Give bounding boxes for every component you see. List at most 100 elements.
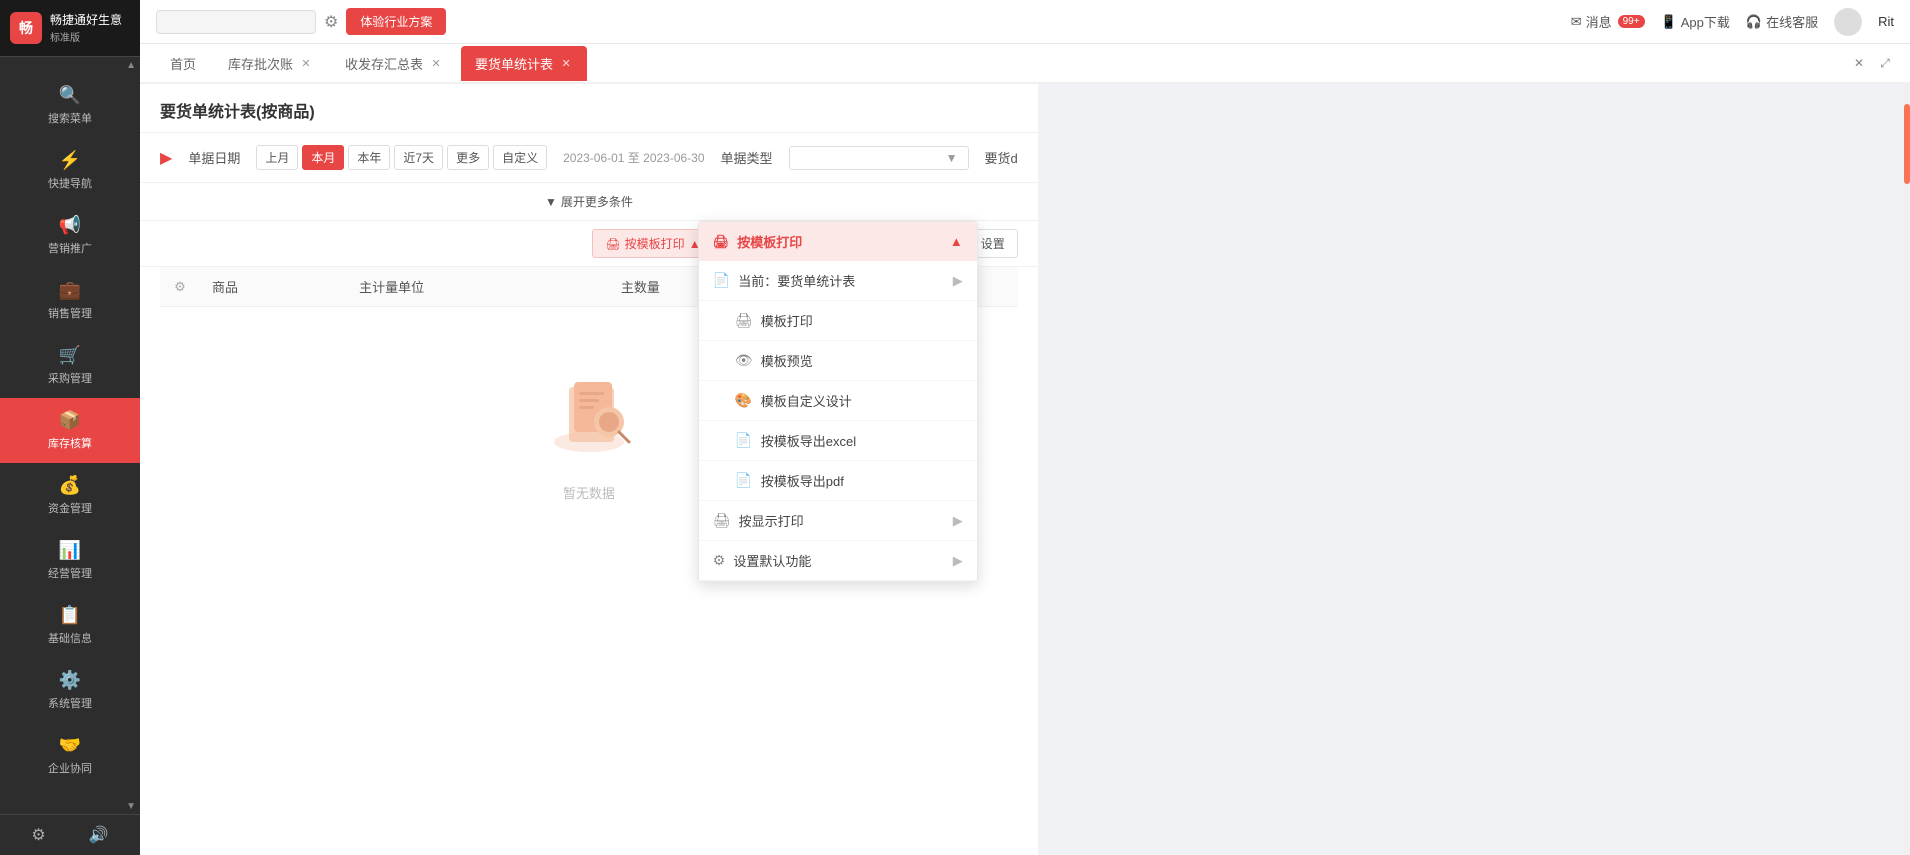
date-btn-this-month[interactable]: 本月 <box>302 145 344 170</box>
app-download-label: App下载 <box>1681 12 1730 31</box>
sidebar-item-guide[interactable]: 🎯 新手引导 <box>0 788 140 798</box>
sidebar-item-finance[interactable]: 💰 资金管理 <box>0 463 140 528</box>
sidebar-item-operation[interactable]: 📊 经营管理 <box>0 528 140 593</box>
type-label: 单据类型 <box>721 148 773 167</box>
set-default-label: 设置默认功能 <box>733 551 811 570</box>
sidebar-item-shortcut-label: 快捷导航 <box>48 175 92 191</box>
tab-order-stats-close[interactable]: ✕ <box>559 56 573 70</box>
type-select[interactable]: ▼ <box>789 146 969 170</box>
template-excel-icon: 📄 <box>735 432 751 449</box>
settings-bottom-icon[interactable]: ⚙ <box>31 825 45 845</box>
filter-bar: ▶ 单据日期 上月 本月 本年 近7天 更多 自定义 2023-06-01 至 … <box>140 133 1038 183</box>
template-design-icon: 🎨 <box>735 392 751 409</box>
dropdown-set-default[interactable]: ⚙ 设置默认功能 ▶ <box>699 541 977 581</box>
template-preview-icon: 👁 <box>735 352 751 369</box>
sidebar-item-basic-label: 基础信息 <box>48 630 92 646</box>
date-btn-this-year[interactable]: 本年 <box>348 145 390 170</box>
dropdown-item-template-design[interactable]: 🎨 模板自定义设计 <box>699 381 977 421</box>
window-maximize-btn[interactable]: ⤢ <box>1876 54 1894 72</box>
dropdown-current-template[interactable]: 📄 当前：要货单统计表 ▶ <box>699 261 977 301</box>
sidebar-item-enterprise-label: 企业协同 <box>48 760 92 776</box>
window-close-btn[interactable]: ✕ <box>1850 54 1868 72</box>
dropdown-item-template-preview[interactable]: 👁 模板预览 <box>699 341 977 381</box>
tab-order-stats[interactable]: 要货单统计表 ✕ <box>461 46 587 81</box>
messages-label: 消息 <box>1586 12 1612 31</box>
topbar-right: ✉ 消息 99+ 📱 App下载 🎧 在线客服 Rit <box>1571 8 1894 36</box>
col-settings-icon[interactable]: ⚙ <box>174 279 186 294</box>
dropdown-title-text: 按模板打印 <box>737 232 802 251</box>
tab-home[interactable]: 首页 <box>156 46 210 83</box>
sidebar-item-inventory[interactable]: 📦 库存核算 <box>0 398 140 463</box>
print-btn-label: 按模板打印 <box>625 235 685 252</box>
scroll-down-arrow[interactable]: ▼ <box>126 801 136 812</box>
sidebar-item-system[interactable]: ⚙️ 系统管理 <box>0 658 140 723</box>
date-btn-more[interactable]: 更多 <box>447 145 489 170</box>
display-print-left: 🖨 按显示打印 <box>713 511 804 530</box>
sidebar-item-purchase-label: 采购管理 <box>48 370 92 386</box>
date-btn-7days[interactable]: 近7天 <box>394 145 443 170</box>
tab-inventory-batch[interactable]: 库存批次账 ✕ <box>214 46 327 83</box>
inventory-icon: 📦 <box>59 410 81 431</box>
right-scrollbar-thumb[interactable] <box>1904 104 1910 184</box>
sidebar-item-sales[interactable]: 💼 销售管理 <box>0 268 140 333</box>
dropdown-display-print[interactable]: 🖨 按显示打印 ▶ <box>699 501 977 541</box>
template-design-label: 模板自定义设计 <box>761 391 852 410</box>
messages-btn[interactable]: ✉ 消息 99+ <box>1571 12 1645 31</box>
customer-service-btn[interactable]: 🎧 在线客服 <box>1746 12 1818 31</box>
sidebar-item-search[interactable]: 🔍 搜索菜单 <box>0 73 140 138</box>
dropdown-item-template-excel[interactable]: 📄 按模板导出excel <box>699 421 977 461</box>
sidebar-item-basic[interactable]: 📋 基础信息 <box>0 593 140 658</box>
set-default-arrow: ▶ <box>953 553 963 569</box>
col-settings[interactable]: ⚙ <box>160 267 200 307</box>
sidebar-item-finance-label: 资金管理 <box>48 500 92 516</box>
enterprise-icon: 🤝 <box>59 735 81 756</box>
sidebar-item-shortcut[interactable]: ⚡ 快捷导航 <box>0 138 140 203</box>
sidebar-logo: 畅 畅捷通好生意 标准版 <box>0 0 140 57</box>
operation-icon: 📊 <box>59 540 81 561</box>
filter-expand-icon[interactable]: ▶ <box>160 148 172 168</box>
tab-receipt-summary[interactable]: 收发存汇总表 ✕ <box>331 46 457 83</box>
sidebar-item-marketing-label: 营销推广 <box>48 240 92 256</box>
empty-icon <box>539 367 639 467</box>
dropdown-title: 🖨 按模板打印 <box>713 232 803 251</box>
logo-sub: 标准版 <box>50 29 122 44</box>
right-scrollbar[interactable] <box>1904 84 1910 855</box>
user-avatar[interactable] <box>1834 8 1862 36</box>
sidebar: 畅 畅捷通好生意 标准版 ▲ 🔍 搜索菜单 ⚡ 快捷导航 📢 营销推广 💼 销售… <box>0 0 140 855</box>
sales-icon: 💼 <box>59 280 81 301</box>
print-dropdown: 🖨 按模板打印 ▲ 📄 当前：要货单统计表 ▶ 🖨 <box>698 221 978 582</box>
content-wrapper: 要货单统计表(按商品) ▶ 单据日期 上月 本月 本年 近7天 更多 自定义 2… <box>140 84 1910 855</box>
dropdown-item-template-print[interactable]: 🖨 模板打印 <box>699 301 977 341</box>
trial-button[interactable]: 体验行业方案 <box>346 8 446 35</box>
sidebar-item-marketing[interactable]: 📢 营销推广 <box>0 203 140 268</box>
date-btn-last-month[interactable]: 上月 <box>256 145 298 170</box>
tab-receipt-summary-close[interactable]: ✕ <box>429 56 443 70</box>
expand-more-btn[interactable]: ▼ 展开更多条件 <box>535 189 643 214</box>
col-unit: 主计量单位 <box>347 267 609 307</box>
tab-inventory-batch-label: 库存批次账 <box>228 54 293 73</box>
template-excel-label: 按模板导出excel <box>761 431 856 450</box>
action-bar: 🖨 按模板打印 ▲ ⬆ 导出 ↻ 刷新 ... 查询 设置 <box>140 221 1038 267</box>
dropdown-item-template-pdf[interactable]: 📄 按模板导出pdf <box>699 461 977 501</box>
search-nav-icon: 🔍 <box>59 85 81 106</box>
scroll-up-arrow[interactable]: ▲ <box>126 60 136 71</box>
print-btn[interactable]: 🖨 按模板打印 ▲ <box>592 229 713 258</box>
template-print-icon: 🖨 <box>735 312 751 329</box>
display-print-icon: 🖨 <box>713 512 731 529</box>
audio-bottom-icon[interactable]: 🔊 <box>89 825 109 845</box>
set-default-left: ⚙ 设置默认功能 <box>713 551 812 570</box>
topbar-left: ⚙ 体验行业方案 <box>156 8 446 35</box>
tab-inventory-batch-close[interactable]: ✕ <box>299 56 313 70</box>
dropdown-close-arrow[interactable]: ▲ <box>950 234 963 249</box>
topbar-gear-icon[interactable]: ⚙ <box>324 12 338 32</box>
sidebar-item-enterprise[interactable]: 🤝 企业协同 <box>0 723 140 788</box>
app-download-btn[interactable]: 📱 App下载 <box>1661 12 1730 31</box>
shortcut-icon: ⚡ <box>59 150 81 171</box>
topbar-search-input[interactable] <box>156 10 316 34</box>
date-btn-custom[interactable]: 自定义 <box>493 145 547 170</box>
order-type-label: 要货d <box>985 148 1018 167</box>
sidebar-item-purchase[interactable]: 🛒 采购管理 <box>0 333 140 398</box>
date-buttons: 上月 本月 本年 近7天 更多 自定义 <box>256 145 547 170</box>
basic-icon: 📋 <box>59 605 81 626</box>
date-range-display: 2023-06-01 至 2023-06-30 <box>563 149 704 166</box>
